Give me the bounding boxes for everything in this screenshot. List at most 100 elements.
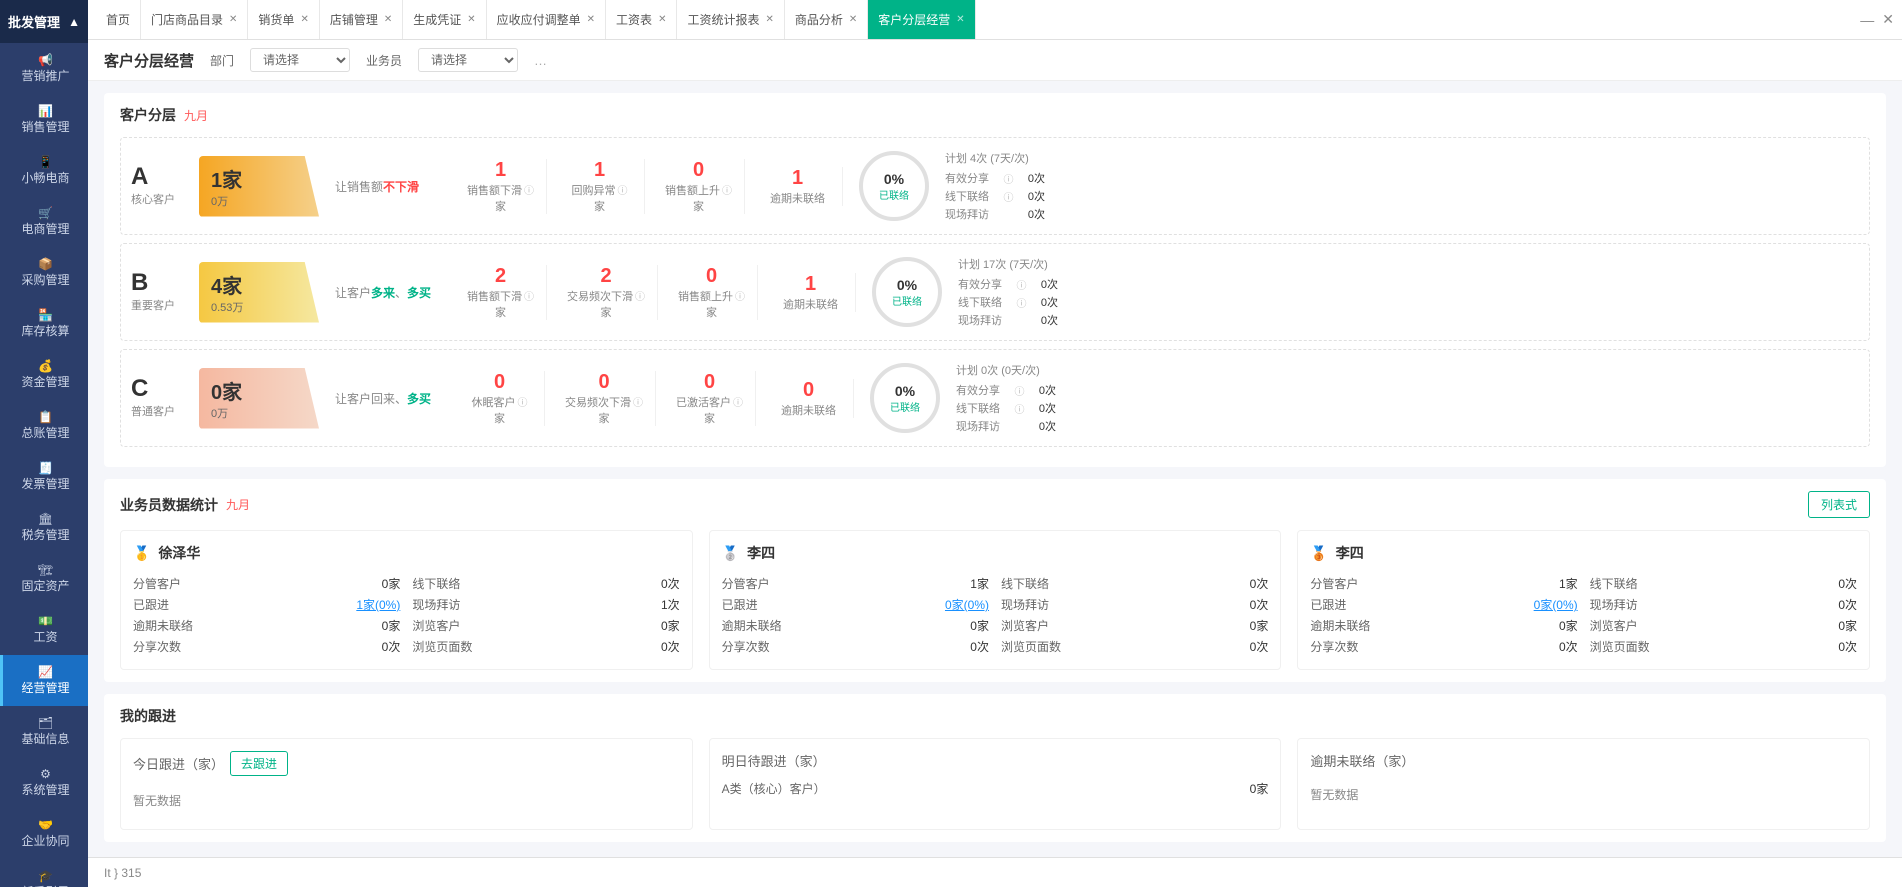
biz-header: 业务员数据统计 九月 列表式 xyxy=(120,491,1870,518)
sidebar-item-shuiwu[interactable]: 🏛 税务管理 xyxy=(0,502,88,553)
biz-card-1-left: 分管客户 1家 已跟进 0家(0%) 逾期未联络 0家 xyxy=(722,573,989,657)
tab-sale-close[interactable]: ✕ xyxy=(300,14,308,25)
info-icon-as0[interactable]: ⓘ xyxy=(1003,171,1013,186)
tab-minimize-icon[interactable]: — xyxy=(1860,12,1874,28)
sidebar-item-fapiao[interactable]: 🧾 发票管理 xyxy=(0,451,88,502)
info-icon-a0[interactable]: ⓘ xyxy=(524,182,534,197)
list-view-button[interactable]: 列表式 xyxy=(1808,491,1870,518)
tab-customer-tier[interactable]: 客户分层经营 ✕ xyxy=(868,0,975,40)
info-icon-c0[interactable]: ⓘ xyxy=(518,394,528,409)
tier-a-m2-num: 0 xyxy=(693,159,704,182)
tier-a-trapezoid: 1家 0万 xyxy=(199,156,319,217)
tab-bar: 首页 门店商品目录 ✕ 销货单 ✕ 店铺管理 ✕ 生成凭证 ✕ 应收应付调整单 … xyxy=(88,0,1902,40)
info-icon-cs1[interactable]: ⓘ xyxy=(1014,401,1024,416)
stat-val: 0家 xyxy=(970,617,989,634)
tier-b-metric-2: 0 销售额上升 ⓘ 家 xyxy=(666,265,758,320)
biz-stat-row: 现场拜访 0次 xyxy=(1001,594,1268,615)
sidebar-item-dianshang[interactable]: 🛒 电商管理 xyxy=(0,196,88,247)
info-icon-bs0[interactable]: ⓘ xyxy=(1016,277,1026,292)
tab-store-close[interactable]: ✕ xyxy=(384,14,392,25)
tab-customer-tier-close[interactable]: ✕ xyxy=(956,14,964,25)
tier-b-m1-label: 交易频次下滑 ⓘ xyxy=(567,288,645,304)
sidebar-item-label: 固定资产 xyxy=(7,577,84,594)
tab-payroll-close[interactable]: ✕ xyxy=(658,14,666,25)
dept-select[interactable]: 请选择 xyxy=(250,48,350,72)
sidebar-item-xiaoshou[interactable]: 📊 销售管理 xyxy=(0,94,88,145)
tab-payroll[interactable]: 工资表 ✕ xyxy=(606,0,677,40)
tab-product[interactable]: 门店商品目录 ✕ xyxy=(141,0,248,40)
sidebar-item-xiaodian[interactable]: 📱 小畅电商 xyxy=(0,145,88,196)
tab-receivable-close[interactable]: ✕ xyxy=(587,14,595,25)
tab-home[interactable]: 首页 xyxy=(96,0,141,40)
sidebar-collapse-icon[interactable]: ▲ xyxy=(68,15,80,29)
follow-tomorrow-row-0: A类（核心）客户） 0家 xyxy=(722,778,1269,799)
sidebar-item-icon: 🧾 xyxy=(7,461,84,475)
tab-payroll-report[interactable]: 工资统计报表 ✕ xyxy=(677,0,784,40)
stat-val-link[interactable]: 0家(0%) xyxy=(945,596,989,613)
tab-close-icon[interactable]: ✕ xyxy=(1882,11,1894,28)
tab-goods-analysis-label: 商品分析 xyxy=(795,11,843,28)
tier-a-action: 让销售额不下滑 xyxy=(327,178,447,195)
tab-product-close[interactable]: ✕ xyxy=(229,14,237,25)
stat-val: 0家 xyxy=(382,617,401,634)
biz-card-2-header: 🥉 李四 xyxy=(1310,543,1857,563)
sidebar-item-xitong[interactable]: ⚙ 系统管理 xyxy=(0,757,88,808)
stat-val-link[interactable]: 0家(0%) xyxy=(1534,596,1578,613)
tab-goods-analysis-close[interactable]: ✕ xyxy=(849,14,857,25)
biz-card-0-right: 线下联络 0次 现场拜访 1次 浏览客户 0家 xyxy=(412,573,679,657)
sidebar-item-icon: 🎓 xyxy=(7,869,84,883)
sidebar-item-zhangzhang[interactable]: 📋 总账管理 xyxy=(0,400,88,451)
tab-receivable[interactable]: 应收应付调整单 ✕ xyxy=(487,0,606,40)
sidebar-item-icon: 🏛 xyxy=(7,512,84,526)
toolbar-more[interactable]: … xyxy=(534,53,547,68)
sidebar-item-yingxiao[interactable]: 📢 营销推广 xyxy=(0,43,88,94)
tab-home-label: 首页 xyxy=(106,11,130,28)
info-icon-c2[interactable]: ⓘ xyxy=(733,394,743,409)
info-icon-cs0[interactable]: ⓘ xyxy=(1014,383,1024,398)
sidebar-item-gudingzichan[interactable]: 🏗 固定资产 xyxy=(0,553,88,604)
sidebar-item-qiye[interactable]: 🤝 企业协同 xyxy=(0,808,88,859)
staff-select[interactable]: 请选择 xyxy=(418,48,518,72)
follow-row-label: A类（核心）客户） xyxy=(722,780,826,797)
follow-section-title: 我的跟进 xyxy=(120,706,1870,726)
info-icon-bs1[interactable]: ⓘ xyxy=(1016,295,1026,310)
stat-val: 1次 xyxy=(661,596,680,613)
follow-row-val: 0家 xyxy=(1250,780,1269,797)
stat-val: 1家 xyxy=(970,575,989,592)
info-icon-a1[interactable]: ⓘ xyxy=(618,182,628,197)
tier-b-letter: B xyxy=(131,271,191,295)
stat-label: 浏览客户 xyxy=(1001,617,1049,634)
info-icon-b0[interactable]: ⓘ xyxy=(524,288,534,303)
sidebar-item-caigou[interactable]: 📦 采购管理 xyxy=(0,247,88,298)
info-icon-b1[interactable]: ⓘ xyxy=(635,288,645,303)
tab-voucher[interactable]: 生成凭证 ✕ xyxy=(403,0,486,40)
tier-b-trapezoid: 4家 0.53万 xyxy=(199,262,319,323)
stat-val: 0次 xyxy=(1250,596,1269,613)
sidebar-item-label: 工资 xyxy=(7,628,84,645)
tier-c-metric-3: 0 逾期未联络 xyxy=(764,379,854,418)
tab-payroll-report-close[interactable]: ✕ xyxy=(765,14,773,25)
info-icon-b2[interactable]: ⓘ xyxy=(735,288,745,303)
stat-val-link[interactable]: 1家(0%) xyxy=(356,596,400,613)
tab-store[interactable]: 店铺管理 ✕ xyxy=(320,0,403,40)
tier-row-a: A 核心客户 1家 0万 让销售额不下滑 1 销售额下滑 ⓘ xyxy=(120,137,1870,235)
sidebar-item-xinshou[interactable]: 🎓 新手引导 xyxy=(0,859,88,887)
info-icon-a2[interactable]: ⓘ xyxy=(722,182,732,197)
bottom-bar-text: It } 315 xyxy=(104,866,141,880)
tier-a-metric-0: 1 销售额下滑 ⓘ 家 xyxy=(455,159,547,214)
tier-b-m0-num: 2 xyxy=(495,265,506,288)
sidebar-item-jingying[interactable]: 📈 经营管理 xyxy=(0,655,88,706)
sidebar-item-gongzi[interactable]: 💵 工资 xyxy=(0,604,88,655)
tier-c-m0-num: 0 xyxy=(494,371,505,394)
sidebar-item-icon: 🛒 xyxy=(7,206,84,220)
info-icon-c1[interactable]: ⓘ xyxy=(633,394,643,409)
tab-sale[interactable]: 销货单 ✕ xyxy=(248,0,319,40)
tab-voucher-close[interactable]: ✕ xyxy=(467,14,475,25)
goto-follow-button[interactable]: 去跟进 xyxy=(230,751,288,776)
sidebar-item-jichu[interactable]: 🗂 基础信息 xyxy=(0,706,88,757)
tab-goods-analysis[interactable]: 商品分析 ✕ xyxy=(785,0,868,40)
sidebar-item-kucun[interactable]: 🏪 库存核算 xyxy=(0,298,88,349)
tier-a-m3-label: 逾期未联络 xyxy=(770,190,825,206)
info-icon-as1[interactable]: ⓘ xyxy=(1003,189,1013,204)
sidebar-item-zijin[interactable]: 💰 资金管理 xyxy=(0,349,88,400)
